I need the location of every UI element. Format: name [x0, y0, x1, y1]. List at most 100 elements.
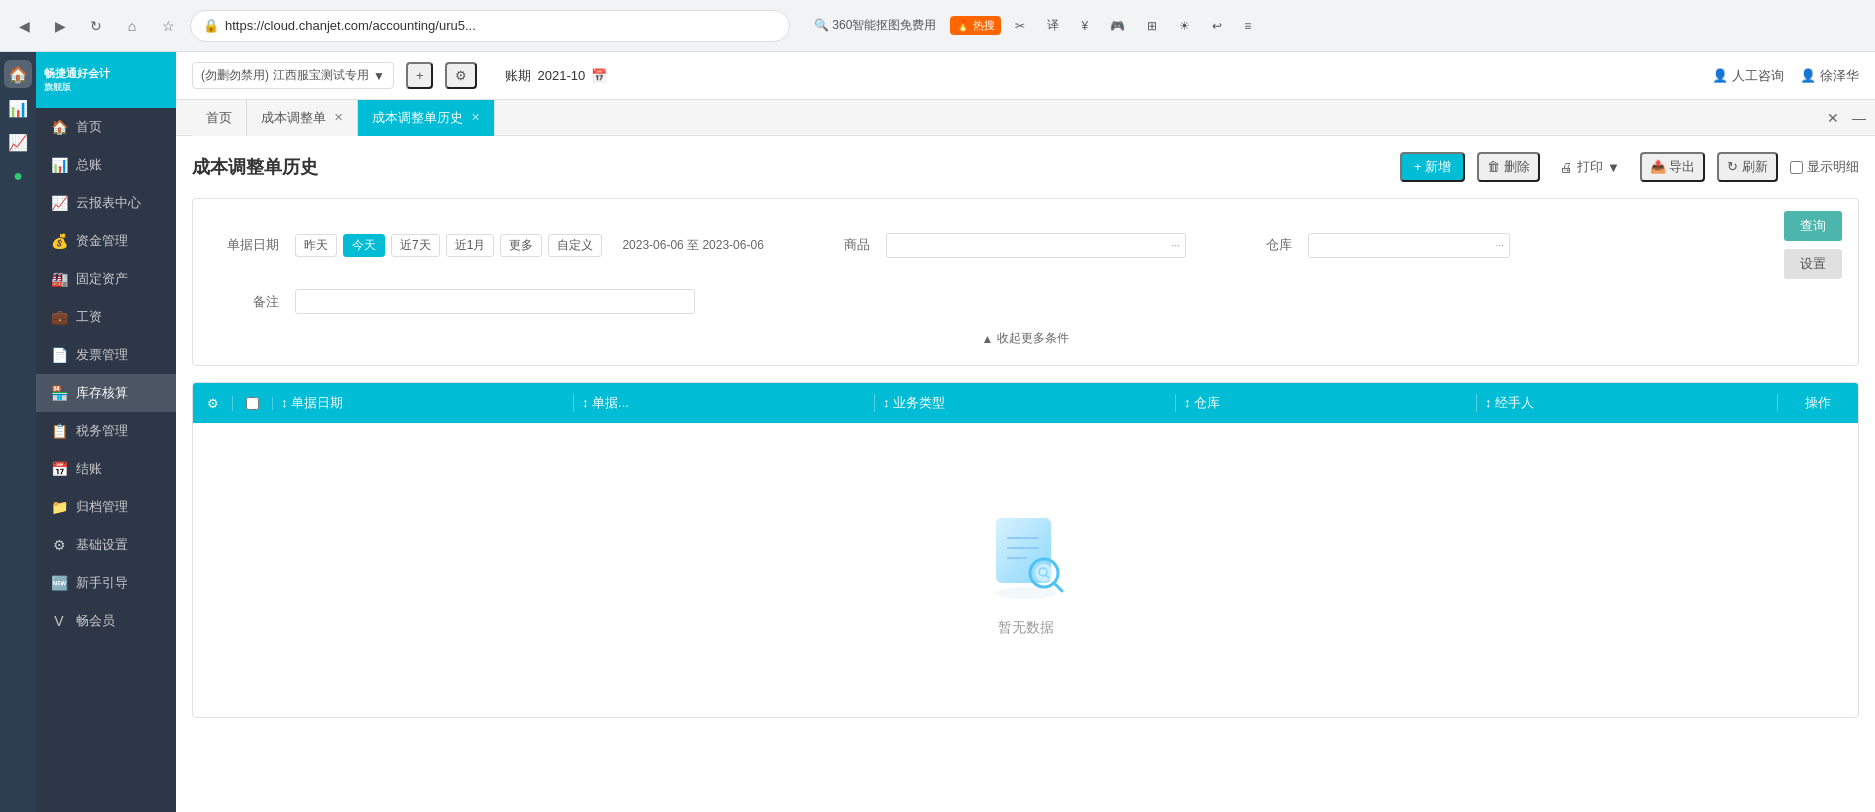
- date-quick-btns: 昨天 今天 近7天 近1月 更多 自定义: [295, 234, 602, 257]
- page-title: 成本调整单历史: [192, 155, 318, 179]
- sidebar-label-tax: 税务管理: [76, 422, 128, 440]
- print-dropdown-icon: ▼: [1607, 160, 1620, 175]
- sidebar-item-settings[interactable]: ⚙ 基础设置: [36, 526, 176, 564]
- sidebar-item-guide[interactable]: 🆕 新手引导: [36, 564, 176, 602]
- th-warehouse-label: ↕ 仓库: [1184, 394, 1220, 412]
- date-btn-yesterday[interactable]: 昨天: [295, 234, 337, 257]
- goods-select[interactable]: [886, 233, 1186, 258]
- menu-btn[interactable]: ≡: [1236, 15, 1259, 37]
- refresh-button[interactable]: ↻ 刷新: [1717, 152, 1778, 182]
- show-cols-checkbox[interactable]: [1790, 161, 1803, 174]
- brightness-btn[interactable]: ☀: [1171, 15, 1198, 37]
- th-type-label: ↕ 业务类型: [883, 394, 945, 412]
- delete-button[interactable]: 🗑 删除: [1477, 152, 1540, 182]
- th-warehouse[interactable]: ↕ 仓库: [1176, 394, 1477, 412]
- warehouse-select-wrapper: [1308, 233, 1510, 258]
- home-button[interactable]: ⌂: [118, 12, 146, 40]
- tab-cost-adjust-close[interactable]: ✕: [334, 111, 343, 124]
- sidebar-item-ledger[interactable]: 📊 总账: [36, 146, 176, 184]
- archive-icon: 📁: [50, 499, 68, 515]
- filter-area: 单据日期 昨天 今天 近7天 近1月 更多 自定义 2023-06-06 至 2…: [192, 198, 1859, 366]
- appbar-trend-icon[interactable]: 📈: [4, 128, 32, 156]
- tab-home-label: 首页: [206, 109, 232, 127]
- sidebar-label-member: 畅会员: [76, 612, 115, 630]
- calendar-icon[interactable]: 📅: [591, 68, 607, 83]
- sidebar-logo: 畅捷通好会计 旗舰版: [36, 52, 176, 108]
- user-action[interactable]: 👤 徐泽华: [1800, 67, 1859, 85]
- date-btn-1month[interactable]: 近1月: [446, 234, 495, 257]
- period-close-icon: 📅: [50, 461, 68, 477]
- window-close-area: ✕ —: [1821, 100, 1875, 136]
- sidebar-item-fixed-assets[interactable]: 🏭 固定资产: [36, 260, 176, 298]
- add-button[interactable]: + 新增: [1400, 152, 1465, 182]
- date-btn-custom[interactable]: 自定义: [548, 234, 602, 257]
- company-settings-button[interactable]: ⚙: [445, 62, 477, 89]
- game-btn[interactable]: 🎮: [1102, 15, 1133, 37]
- tab-home[interactable]: 首页: [192, 100, 247, 136]
- tab-cost-adjust[interactable]: 成本调整单 ✕: [247, 100, 358, 136]
- main-content: (勿删勿禁用) 江西服宝测试专用 ▼ + ⚙ 账期 2021-10 📅 👤 人工…: [176, 52, 1875, 812]
- sidebar-item-tax[interactable]: 📋 税务管理: [36, 412, 176, 450]
- sidebar-item-period-close[interactable]: 📅 结账: [36, 450, 176, 488]
- date-btn-today[interactable]: 今天: [343, 234, 385, 257]
- sidebar-item-salary[interactable]: 💼 工资: [36, 298, 176, 336]
- sidebar-item-invoice[interactable]: 📄 发票管理: [36, 336, 176, 374]
- forward-button[interactable]: ▶: [46, 12, 74, 40]
- select-all-checkbox[interactable]: [246, 397, 259, 410]
- window-close-btn[interactable]: ✕: [1821, 106, 1845, 130]
- remarks-input[interactable]: [295, 289, 695, 314]
- th-type[interactable]: ↕ 业务类型: [875, 394, 1176, 412]
- sidebar-item-funds[interactable]: 💰 资金管理: [36, 222, 176, 260]
- print-dropdown[interactable]: 🖨 打印 ▼: [1552, 154, 1628, 180]
- th-handler[interactable]: ↕ 经手人: [1477, 394, 1778, 412]
- app-bar: 🏠 📊 📈 ●: [0, 52, 36, 812]
- sidebar-item-member[interactable]: V 畅会员: [36, 602, 176, 640]
- top-bar-right: 👤 人工咨询 👤 徐泽华: [1712, 67, 1859, 85]
- consultant-action[interactable]: 👤 人工咨询: [1712, 67, 1784, 85]
- empty-state-text: 暂无数据: [998, 619, 1054, 637]
- refresh-button[interactable]: ↻: [82, 12, 110, 40]
- cut-btn[interactable]: ✂: [1007, 15, 1033, 37]
- inventory-icon: 🏪: [50, 385, 68, 401]
- add-company-button[interactable]: +: [406, 62, 434, 89]
- export-button[interactable]: 📤 导出: [1640, 152, 1706, 182]
- th-date[interactable]: ↕ 单据日期: [273, 394, 574, 412]
- th-no-label: ↕ 单据...: [582, 394, 629, 412]
- date-btn-more[interactable]: 更多: [500, 234, 542, 257]
- tab-cost-adjust-history-label: 成本调整单历史: [372, 109, 463, 127]
- star-button[interactable]: ☆: [154, 12, 182, 40]
- translate-btn[interactable]: 译: [1039, 13, 1067, 38]
- date-range-text: 2023-06-06 至 2023-06-06: [622, 237, 763, 254]
- undo-btn[interactable]: ↩: [1204, 15, 1230, 37]
- show-cols-toggle[interactable]: 显示明细: [1790, 158, 1859, 176]
- sidebar-item-inventory[interactable]: 🏪 库存核算: [36, 374, 176, 412]
- hot-search-btn[interactable]: 🔥 热搜: [950, 16, 1001, 35]
- company-selector[interactable]: (勿删勿禁用) 江西服宝测试专用 ▼: [192, 62, 394, 89]
- collapse-filter-btn[interactable]: ▲ 收起更多条件: [209, 324, 1842, 353]
- appbar-green-icon[interactable]: ●: [4, 162, 32, 190]
- query-button[interactable]: 查询: [1784, 211, 1842, 241]
- search-btn[interactable]: 🔍 360智能抠图免费用: [806, 13, 944, 38]
- pay-btn[interactable]: ¥: [1073, 15, 1096, 37]
- warehouse-select[interactable]: [1308, 233, 1510, 258]
- address-bar[interactable]: 🔒 https://cloud.chanjet.com/accounting/u…: [190, 10, 790, 42]
- sidebar-label-reports: 云报表中心: [76, 194, 141, 212]
- date-btn-7days[interactable]: 近7天: [391, 234, 440, 257]
- filter-settings-button[interactable]: 设置: [1784, 249, 1842, 279]
- appbar-chart-icon[interactable]: 📊: [4, 94, 32, 122]
- appbar-home-icon[interactable]: 🏠: [4, 60, 32, 88]
- window-minimize-btn[interactable]: —: [1847, 106, 1871, 130]
- sidebar-label-ledger: 总账: [76, 156, 102, 174]
- grid-btn[interactable]: ⊞: [1139, 15, 1165, 37]
- tab-cost-adjust-history[interactable]: 成本调整单历史 ✕: [358, 100, 495, 136]
- sidebar-item-archive[interactable]: 📁 归档管理: [36, 488, 176, 526]
- th-no[interactable]: ↕ 单据...: [574, 394, 875, 412]
- back-button[interactable]: ◀: [10, 12, 38, 40]
- sidebar-item-home[interactable]: 🏠 首页: [36, 108, 176, 146]
- goods-filter-label: 商品: [800, 236, 870, 254]
- th-settings[interactable]: ⚙: [193, 396, 233, 411]
- sidebar-item-reports[interactable]: 📈 云报表中心: [36, 184, 176, 222]
- empty-state-img: [976, 503, 1076, 603]
- tab-cost-adjust-history-close[interactable]: ✕: [471, 111, 480, 124]
- th-checkbox[interactable]: [233, 397, 273, 410]
